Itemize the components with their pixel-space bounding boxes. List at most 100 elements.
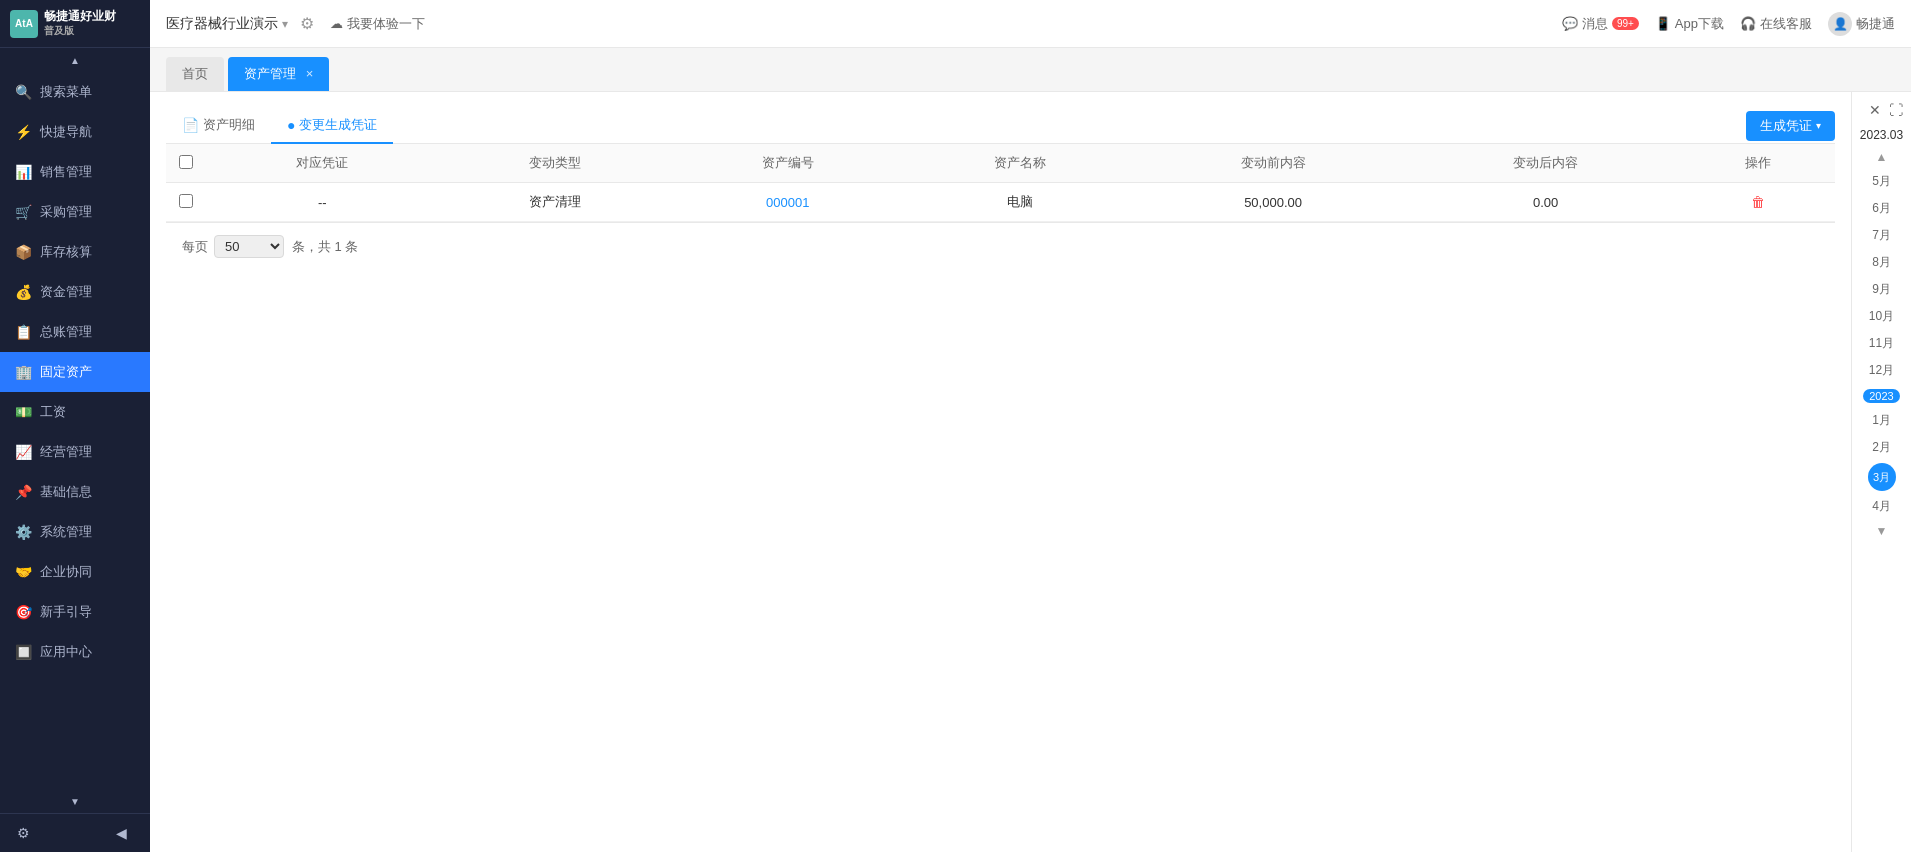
sidebar-item-funds[interactable]: 💰 资金管理 <box>0 272 150 312</box>
doc-icon: 📄 <box>182 117 199 133</box>
total-label: 条，共 1 条 <box>292 238 358 256</box>
company-name: 医疗器械行业演示 <box>166 15 278 33</box>
month-item-5[interactable]: 5月 <box>1852 168 1911 195</box>
user-action[interactable]: 👤 畅捷通 <box>1828 12 1895 36</box>
sidebar-item-ledger[interactable]: 📋 总账管理 <box>0 312 150 352</box>
subtab-change-voucher[interactable]: ● 变更生成凭证 <box>271 108 393 144</box>
logo-icon: AtA <box>10 10 38 38</box>
month-item-2[interactable]: 2月 <box>1852 434 1911 461</box>
mobile-icon: 📱 <box>1655 16 1671 31</box>
collab-icon: 🤝 <box>14 563 32 581</box>
col-voucher: 对应凭证 <box>206 144 439 183</box>
month-item-8[interactable]: 8月 <box>1852 249 1911 276</box>
app-download-label: App下载 <box>1675 15 1724 33</box>
col-op: 操作 <box>1682 144 1835 183</box>
messages-label: 消息 <box>1582 15 1608 33</box>
month-item-12[interactable]: 12月 <box>1852 357 1911 384</box>
month-item-6[interactable]: 6月 <box>1852 195 1911 222</box>
cell-asset-name: 电脑 <box>904 183 1137 222</box>
panel-close-icon[interactable]: ✕ <box>1869 102 1881 118</box>
app-download-action[interactable]: 📱 App下载 <box>1655 15 1724 33</box>
settings-icon[interactable]: ⚙ <box>14 824 32 842</box>
sidebar-item-label: 固定资产 <box>40 363 92 381</box>
content-area: 📄 资产明细 ● 变更生成凭证 生成凭证 ▾ <box>150 92 1911 852</box>
subtab-change-voucher-label: 变更生成凭证 <box>299 116 377 134</box>
sidebar-scroll-down[interactable]: ▼ <box>67 793 83 809</box>
cell-voucher: -- <box>206 183 439 222</box>
month-item-11[interactable]: 11月 <box>1852 330 1911 357</box>
cell-change-type: 资产清理 <box>439 183 672 222</box>
per-page-select[interactable]: 50 10 20 100 <box>214 235 284 258</box>
cell-before: 50,000.00 <box>1137 183 1410 222</box>
cloud-icon: ☁ <box>330 16 343 31</box>
table-row: -- 资产清理 000001 电脑 50,000.00 0.00 🗑 <box>166 183 1835 222</box>
sidebar-item-search[interactable]: 🔍 搜索菜单 <box>0 72 150 112</box>
sidebar-item-fixed[interactable]: 🏢 固定资产 <box>0 352 150 392</box>
sidebar-item-guide[interactable]: 🎯 新手引导 <box>0 592 150 632</box>
header-right: 💬 消息 99+ 📱 App下载 🎧 在线客服 👤 畅捷通 <box>1562 12 1895 36</box>
subtab-asset-detail-label: 资产明细 <box>203 116 255 134</box>
sidebar-item-label: 销售管理 <box>40 163 92 181</box>
row-checkbox[interactable] <box>179 194 193 208</box>
messages-action[interactable]: 💬 消息 99+ <box>1562 15 1639 33</box>
month-item-9[interactable]: 9月 <box>1852 276 1911 303</box>
sidebar-item-label: 库存核算 <box>40 243 92 261</box>
sidebar-item-purchase[interactable]: 🛒 采购管理 <box>0 192 150 232</box>
sidebar-item-collab[interactable]: 🤝 企业协同 <box>0 552 150 592</box>
select-all-checkbox[interactable] <box>179 155 193 169</box>
online-service-action[interactable]: 🎧 在线客服 <box>1740 15 1812 33</box>
month-scroll-up[interactable]: ▲ <box>1872 146 1892 168</box>
inventory-icon: 📦 <box>14 243 32 261</box>
company-dropdown-icon[interactable]: ▾ <box>282 17 288 31</box>
cell-asset-code: 000001 <box>671 183 904 222</box>
year-display: 2023.03 <box>1860 124 1903 146</box>
month-item-3[interactable]: 3月 <box>1868 463 1896 491</box>
sidebar-item-label: 工资 <box>40 403 66 421</box>
logo-sub: 普及版 <box>44 24 116 38</box>
delete-icon[interactable]: 🗑 <box>1751 194 1765 210</box>
sidebar-scroll-up[interactable]: ▲ <box>67 52 83 68</box>
sidebar-item-label: 企业协同 <box>40 563 92 581</box>
sidebar-item-quicknav[interactable]: ⚡ 快捷导航 <box>0 112 150 152</box>
year-badge: 2023 <box>1863 389 1899 403</box>
sidebar-item-operations[interactable]: 📈 经营管理 <box>0 432 150 472</box>
payroll-icon: 💵 <box>14 403 32 421</box>
sidebar-item-payroll[interactable]: 💵 工资 <box>0 392 150 432</box>
panel-expand-icon[interactable]: ⛶ <box>1889 102 1903 118</box>
generate-voucher-button[interactable]: 生成凭证 ▾ <box>1746 111 1835 141</box>
sidebar-item-system[interactable]: ⚙️ 系统管理 <box>0 512 150 552</box>
right-panel: ✕ ⛶ 2023.03 ▲ 5月 6月 7月 8月 9月 10月 11月 12月… <box>1851 92 1911 852</box>
month-scroll-down[interactable]: ▼ <box>1872 520 1892 542</box>
sidebar-item-sales[interactable]: 📊 销售管理 <box>0 152 150 192</box>
quicknav-icon: ⚡ <box>14 123 32 141</box>
main-area: 医疗器械行业演示 ▾ ⚙ ☁ 我要体验一下 💬 消息 99+ 📱 App下载 🎧… <box>150 0 1911 852</box>
sidebar-item-label: 基础信息 <box>40 483 92 501</box>
tab-close-icon[interactable]: × <box>306 66 314 81</box>
sidebar-item-appcenter[interactable]: 🔲 应用中心 <box>0 632 150 672</box>
messages-badge: 99+ <box>1612 17 1639 30</box>
top-header: 医疗器械行业演示 ▾ ⚙ ☁ 我要体验一下 💬 消息 99+ 📱 App下载 🎧… <box>150 0 1911 48</box>
sidebar-item-label: 资金管理 <box>40 283 92 301</box>
funds-icon: 💰 <box>14 283 32 301</box>
month-item-10[interactable]: 10月 <box>1852 303 1911 330</box>
sales-icon: 📊 <box>14 163 32 181</box>
username: 畅捷通 <box>1856 15 1895 33</box>
sidebar-item-basics[interactable]: 📌 基础信息 <box>0 472 150 512</box>
company-settings-icon[interactable]: ⚙ <box>300 14 314 33</box>
header-left: 医疗器械行业演示 ▾ ⚙ ☁ 我要体验一下 <box>166 14 1562 33</box>
cell-after: 0.00 <box>1409 183 1682 222</box>
sidebar-item-inventory[interactable]: 📦 库存核算 <box>0 232 150 272</box>
tab-asset-mgmt[interactable]: 资产管理 × <box>228 57 329 91</box>
experience-button[interactable]: ☁ 我要体验一下 <box>330 15 425 33</box>
month-item-1[interactable]: 1月 <box>1852 407 1911 434</box>
year-badge-row: 2023 <box>1852 384 1911 407</box>
sidebar-item-label: 快捷导航 <box>40 123 92 141</box>
month-item-7[interactable]: 7月 <box>1852 222 1911 249</box>
collapse-icon[interactable]: ◀ <box>112 824 130 842</box>
subtab-asset-detail[interactable]: 📄 资产明细 <box>166 108 271 144</box>
month-item-4[interactable]: 4月 <box>1852 493 1911 520</box>
fixed-icon: 🏢 <box>14 363 32 381</box>
tab-home[interactable]: 首页 <box>166 57 224 91</box>
sidebar-item-label: 新手引导 <box>40 603 92 621</box>
online-service-label: 在线客服 <box>1760 15 1812 33</box>
